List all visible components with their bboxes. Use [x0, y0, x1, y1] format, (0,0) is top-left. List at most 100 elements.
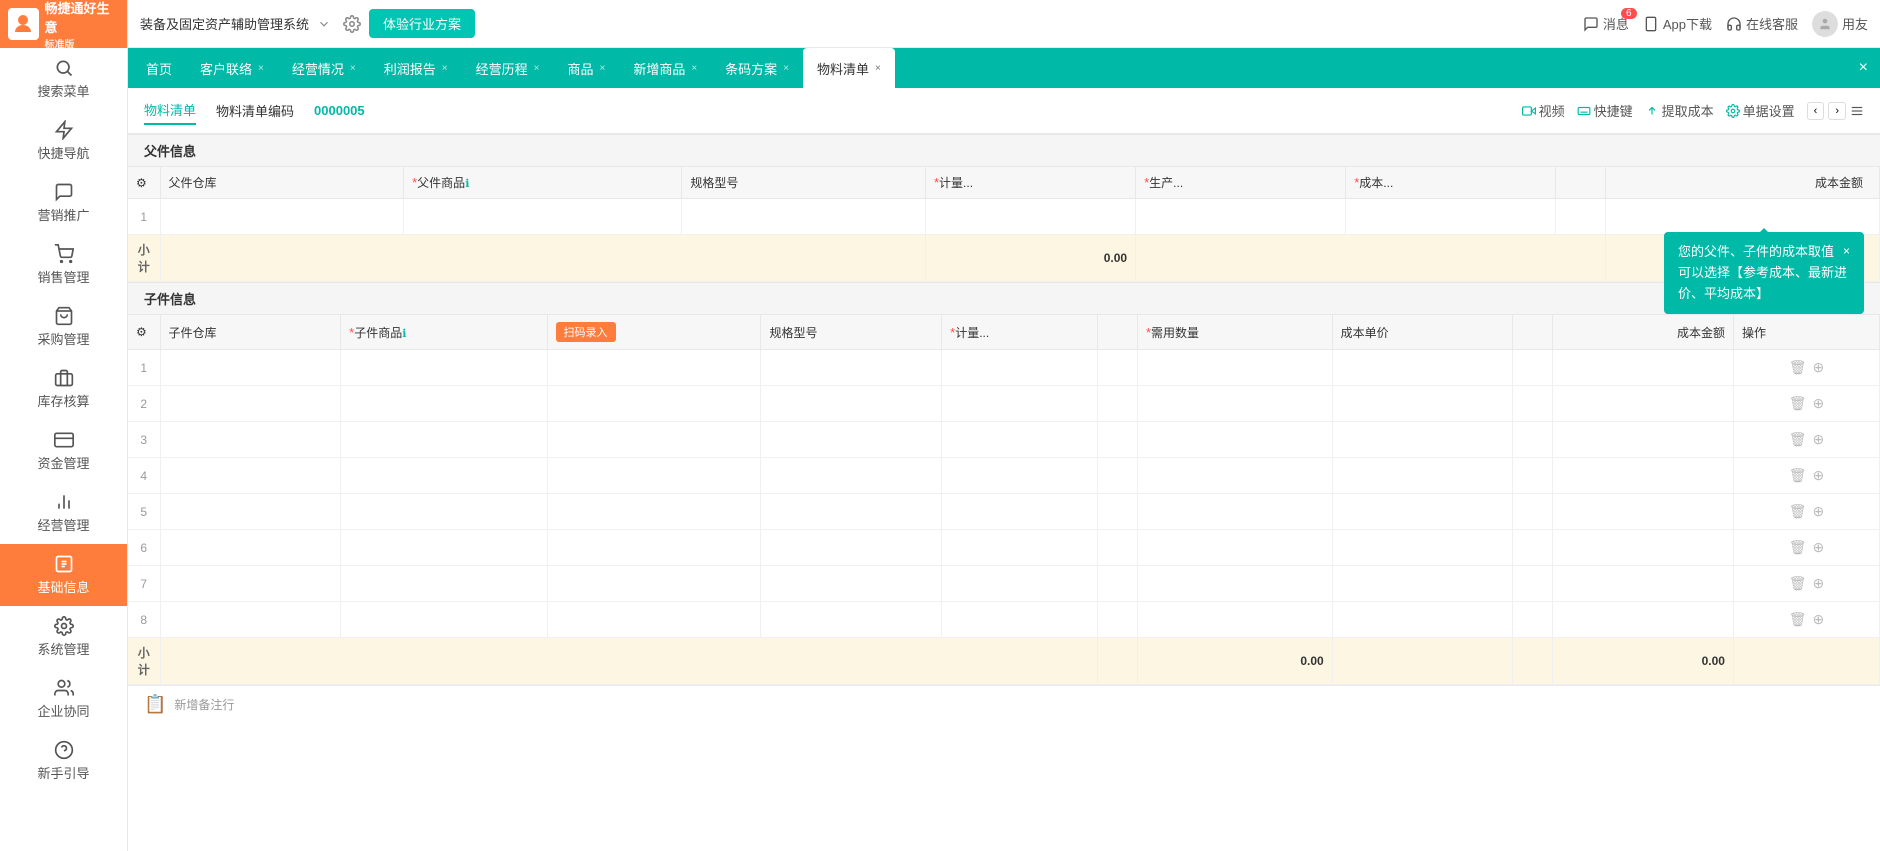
message-badge: 6 [1621, 8, 1637, 19]
child-col-scan[interactable]: 扫码录入 [547, 315, 761, 350]
parent-cell-warehouse[interactable] [160, 199, 404, 235]
sidebar-item-search[interactable]: 搜索菜单 [0, 48, 127, 110]
page-content: 物料清单 物料清单编码 0000005 视频 快捷键 提取成本 单据 [128, 88, 1880, 851]
bottom-bar: 📋 新增备注行 [128, 685, 1880, 723]
sidebar-item-operations[interactable]: 经营管理 [0, 482, 127, 544]
child-cell-actions-6: 🗑⊕ [1733, 530, 1879, 566]
child-cell-product-1[interactable] [341, 350, 547, 386]
tab-barcode[interactable]: 条码方案 × [711, 48, 803, 88]
parent-subtotal-qty: 0.00 [925, 235, 1135, 282]
close-tab-customer[interactable]: × [258, 63, 264, 74]
close-tab-barcode[interactable]: × [783, 63, 789, 74]
tab-customer[interactable]: 客户联络 × [186, 48, 278, 88]
main-content: 装备及固定资产辅助管理系统 体验行业方案 消息 6 App下载 在线客服 [128, 0, 1880, 851]
tab-business[interactable]: 经营情况 × [278, 48, 370, 88]
copy-row-1[interactable]: ⊕ [1813, 359, 1825, 376]
tab-new-product[interactable]: 新增商品 × [619, 48, 711, 88]
dropdown-icon[interactable] [317, 17, 331, 31]
delete-row-8[interactable]: 🗑 [1789, 611, 1807, 628]
close-all-tabs[interactable]: × [1851, 59, 1876, 77]
close-tab-new-product[interactable]: × [691, 63, 697, 74]
tooltip-close-button[interactable]: × [1843, 242, 1850, 261]
sidebar-item-guide[interactable]: 新手引导 [0, 730, 127, 792]
prev-page-button[interactable]: ‹ [1807, 102, 1825, 120]
copy-row-7[interactable]: ⊕ [1813, 575, 1825, 592]
child-col-spec: 规格型号 [761, 315, 942, 350]
child-cell-warehouse-1[interactable] [160, 350, 341, 386]
app-download-button[interactable]: App下载 [1643, 14, 1712, 33]
sidebar-item-inventory[interactable]: 库存核算 [0, 358, 127, 420]
copy-row-3[interactable]: ⊕ [1813, 431, 1825, 448]
sidebar-item-quick-nav[interactable]: 快捷导航 [0, 110, 127, 172]
copy-row-2[interactable]: ⊕ [1813, 395, 1825, 412]
tab-product[interactable]: 商品 × [553, 48, 619, 88]
sub-tab-bom[interactable]: 物料清单 [144, 96, 196, 125]
parent-cell-spec[interactable] [682, 199, 926, 235]
sub-header: 物料清单 物料清单编码 0000005 视频 快捷键 提取成本 单据 [128, 88, 1880, 134]
sidebar-item-marketing[interactable]: 营销推广 [0, 172, 127, 234]
child-cell-qty-1[interactable] [1137, 350, 1332, 386]
child-col-unit-cost: 成本单价 [1332, 315, 1513, 350]
parent-col-settings[interactable]: ⚙ [128, 167, 160, 199]
delete-row-6[interactable]: 🗑 [1789, 539, 1807, 556]
gear-icon[interactable] [343, 15, 361, 33]
child-row-3: 3 🗑⊕ [128, 422, 1880, 458]
close-tab-product[interactable]: × [599, 63, 605, 74]
copy-row-5[interactable]: ⊕ [1813, 503, 1825, 520]
child-cell-scan-1[interactable] [547, 350, 761, 386]
copy-row-4[interactable]: ⊕ [1813, 467, 1825, 484]
delete-row-1[interactable]: 🗑 [1789, 359, 1807, 376]
child-row-7: 7 🗑⊕ [128, 566, 1880, 602]
action-extract-cost[interactable]: 提取成本 [1645, 101, 1714, 120]
sidebar-item-basic-info[interactable]: 基础信息 [0, 544, 127, 606]
add-note-icon[interactable]: 📋 [144, 694, 166, 715]
child-cell-unit-1[interactable] [942, 350, 1098, 386]
child-cell-actions-5: 🗑⊕ [1733, 494, 1879, 530]
child-cell-unit-cost-1[interactable] [1332, 350, 1513, 386]
action-video[interactable]: 视频 [1522, 101, 1565, 120]
child-cell-spec-1[interactable] [761, 350, 942, 386]
close-tab-business[interactable]: × [350, 63, 356, 74]
scan-input-button[interactable]: 扫码录入 [556, 322, 616, 342]
next-page-button[interactable]: › [1828, 102, 1846, 120]
tab-history[interactable]: 经营历程 × [462, 48, 554, 88]
delete-row-2[interactable]: 🗑 [1789, 395, 1807, 412]
parent-cell-unit[interactable] [925, 199, 1135, 235]
copy-row-8[interactable]: ⊕ [1813, 611, 1825, 628]
menu-icon[interactable] [1850, 104, 1864, 118]
tab-bom[interactable]: 物料清单 × [803, 48, 895, 88]
delete-row-4[interactable]: 🗑 [1789, 467, 1807, 484]
parent-cell-production[interactable] [1136, 199, 1346, 235]
doc-number-label: 物料清单编码 [216, 101, 294, 120]
delete-row-5[interactable]: 🗑 [1789, 503, 1807, 520]
delete-row-3[interactable]: 🗑 [1789, 431, 1807, 448]
sidebar-item-enterprise[interactable]: 企业协同 [0, 668, 127, 730]
topbar: 装备及固定资产辅助管理系统 体验行业方案 消息 6 App下载 在线客服 [128, 0, 1880, 48]
parent-subtotal-label: 小计 [128, 235, 160, 282]
copy-row-6[interactable]: ⊕ [1813, 539, 1825, 556]
online-support-button[interactable]: 在线客服 [1726, 14, 1798, 33]
parent-cell-cost[interactable] [1346, 199, 1556, 235]
sidebar-item-finance[interactable]: 资金管理 [0, 420, 127, 482]
add-note-label[interactable]: 新增备注行 [174, 696, 234, 713]
tab-home[interactable]: 首页 [132, 48, 186, 88]
sidebar-item-purchase[interactable]: 采购管理 [0, 296, 127, 358]
parent-cell-product[interactable] [404, 199, 682, 235]
child-cell-actions-4: 🗑⊕ [1733, 458, 1879, 494]
user-menu[interactable]: 用友 [1812, 11, 1868, 37]
sidebar-item-sales[interactable]: 销售管理 [0, 234, 127, 296]
video-icon [1522, 104, 1536, 118]
sidebar: 畅捷通好生意 标准版 搜索菜单 快捷导航 营销推广 销售管理 采购管理 库存核算… [0, 0, 128, 851]
action-doc-settings[interactable]: 单据设置 [1726, 101, 1795, 120]
close-tab-profit[interactable]: × [442, 63, 448, 74]
close-tab-bom[interactable]: × [875, 63, 881, 74]
close-tab-history[interactable]: × [534, 63, 540, 74]
tab-profit[interactable]: 利润报告 × [370, 48, 462, 88]
message-button[interactable]: 消息 6 [1583, 14, 1629, 33]
action-shortcut[interactable]: 快捷键 [1577, 101, 1633, 120]
trial-button[interactable]: 体验行业方案 [369, 9, 475, 38]
delete-row-7[interactable]: 🗑 [1789, 575, 1807, 592]
sidebar-item-system[interactable]: 系统管理 [0, 606, 127, 668]
child-col-settings[interactable]: ⚙ [128, 315, 160, 350]
headset-icon [1726, 16, 1742, 32]
